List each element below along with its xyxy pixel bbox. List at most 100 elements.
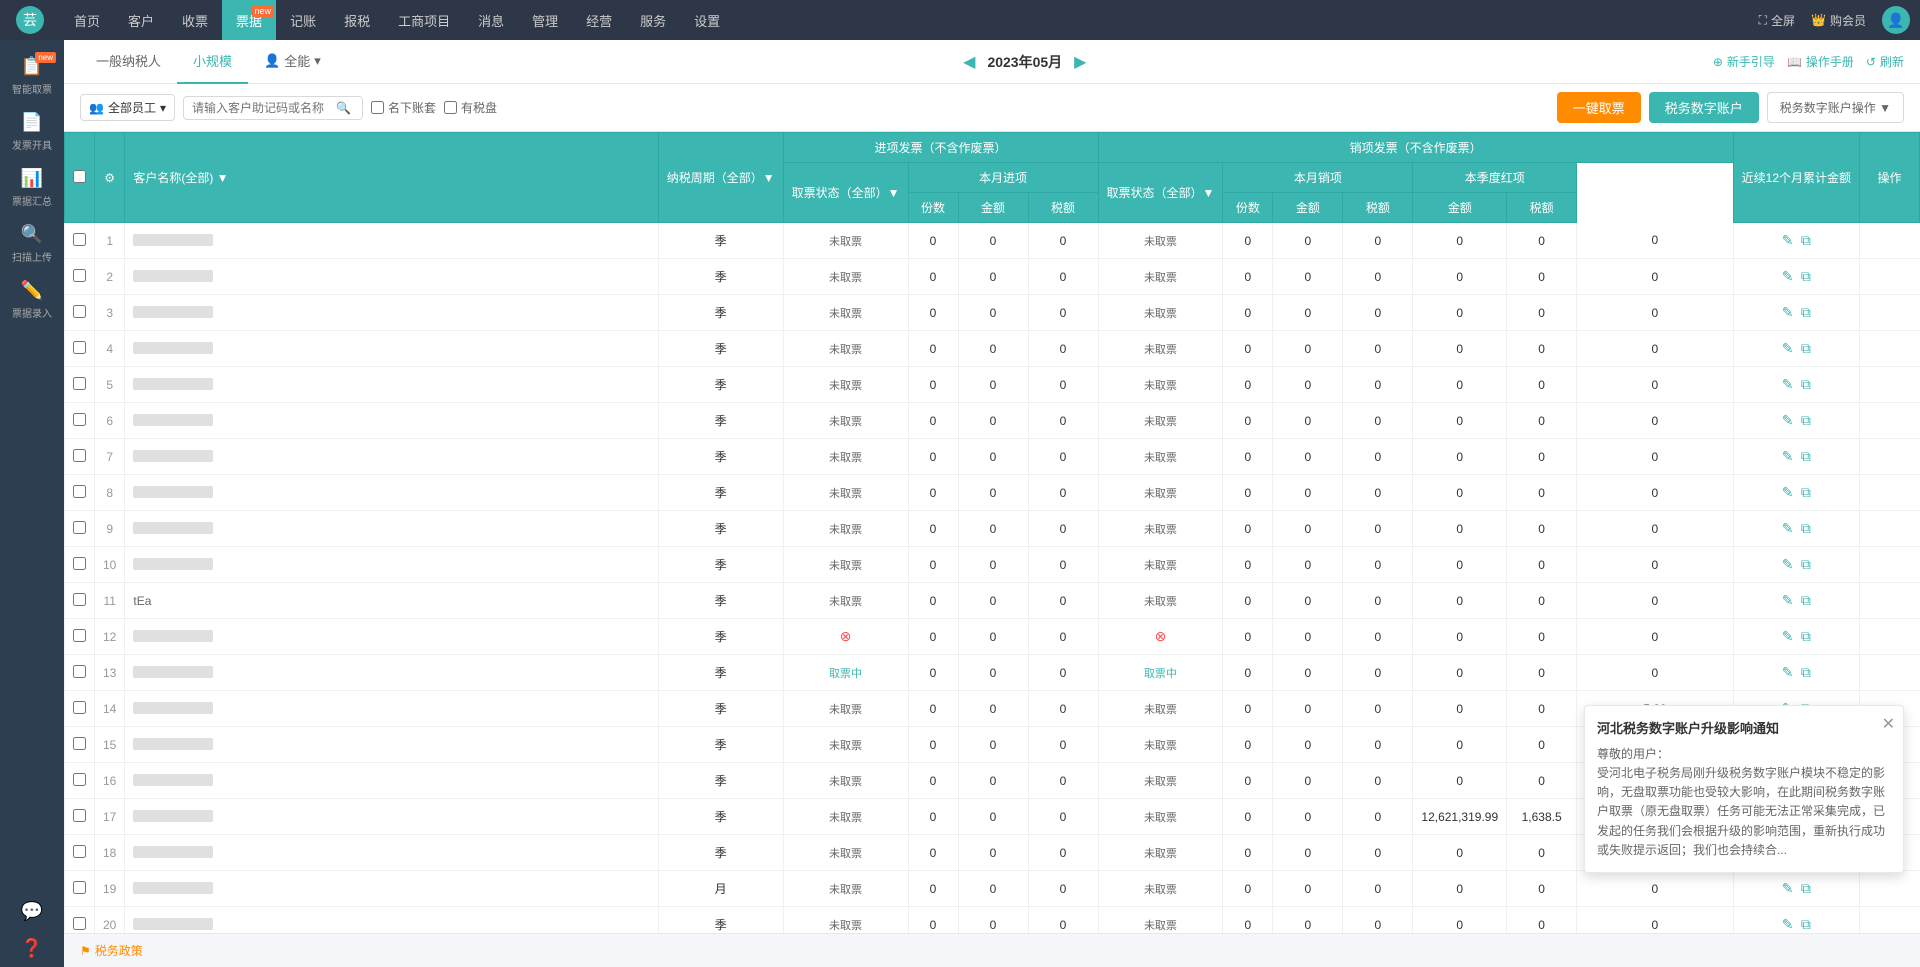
row-checkbox[interactable] xyxy=(73,917,86,930)
nav-home[interactable]: 首页 xyxy=(60,0,114,40)
edit-btn[interactable]: ✎ xyxy=(1780,446,1796,467)
nav-bookkeeping[interactable]: 记账 xyxy=(276,0,330,40)
svg-text:芸: 芸 xyxy=(23,12,37,28)
tab-small-scale[interactable]: 小规模 xyxy=(177,40,248,84)
row-checkbox[interactable] xyxy=(73,845,86,858)
member-btn[interactable]: 👑 购会员 xyxy=(1811,12,1866,29)
row-checkbox[interactable] xyxy=(73,305,86,318)
select-all-checkbox[interactable] xyxy=(73,170,86,183)
red-amount-cell: 0 xyxy=(1413,835,1507,871)
copy-btn[interactable]: ⧉ xyxy=(1799,662,1813,683)
sidebar-item-message[interactable]: 💬 xyxy=(0,893,64,930)
row-checkbox[interactable] xyxy=(73,737,86,750)
digital-account-operation-btn[interactable]: 税务数字账户操作 ▼ xyxy=(1767,92,1904,123)
row-checkbox[interactable] xyxy=(73,449,86,462)
sidebar-item-scan[interactable]: 🔍 扫描上传 xyxy=(0,216,64,272)
myaccounts-check[interactable] xyxy=(371,101,384,114)
copy-btn[interactable]: ⧉ xyxy=(1799,626,1813,647)
edit-btn[interactable]: ✎ xyxy=(1780,374,1796,395)
employee-select[interactable]: 👥 全部员工 ▾ xyxy=(80,94,175,121)
prev-month-btn[interactable]: ◀ xyxy=(963,52,975,72)
nav-invoice[interactable]: 票据 new xyxy=(222,0,276,40)
row-checkbox[interactable] xyxy=(73,413,86,426)
edit-btn[interactable]: ✎ xyxy=(1780,266,1796,287)
copy-btn[interactable]: ⧉ xyxy=(1799,230,1813,251)
one-click-fetch-btn[interactable]: 一键取票 xyxy=(1557,92,1641,123)
row-checkbox[interactable] xyxy=(73,629,86,642)
copy-btn[interactable]: ⧉ xyxy=(1799,374,1813,395)
refresh-btn[interactable]: ↺ 刷新 xyxy=(1866,53,1904,70)
nav-service[interactable]: 服务 xyxy=(626,0,680,40)
edit-btn[interactable]: ✎ xyxy=(1780,914,1796,933)
copy-btn[interactable]: ⧉ xyxy=(1799,338,1813,359)
copy-btn[interactable]: ⧉ xyxy=(1799,266,1813,287)
next-month-btn[interactable]: ▶ xyxy=(1074,52,1086,72)
tab-all[interactable]: 👤 全能 ▾ xyxy=(248,40,337,84)
nav-client[interactable]: 客户 xyxy=(114,0,168,40)
edit-btn[interactable]: ✎ xyxy=(1780,518,1796,539)
month-label: 2023年05月 xyxy=(987,52,1062,72)
row-checkbox[interactable] xyxy=(73,521,86,534)
copy-btn[interactable]: ⧉ xyxy=(1799,446,1813,467)
sidebar-item-smart-ticket[interactable]: 📋 智能取票 new xyxy=(0,48,64,104)
sidebar-item-summary[interactable]: 📊 票据汇总 xyxy=(0,160,64,216)
copy-btn[interactable]: ⧉ xyxy=(1799,878,1813,899)
search-input[interactable] xyxy=(192,101,332,115)
edit-btn[interactable]: ✎ xyxy=(1780,878,1796,899)
notification-close-btn[interactable]: ✕ xyxy=(1882,714,1895,734)
edit-btn[interactable]: ✎ xyxy=(1780,482,1796,503)
sidebar-item-help[interactable]: ❓ xyxy=(0,930,64,967)
copy-btn[interactable]: ⧉ xyxy=(1799,410,1813,431)
tab-general-taxpayer[interactable]: 一般纳税人 xyxy=(80,40,177,84)
digital-account-btn[interactable]: 税务数字账户 xyxy=(1649,92,1759,123)
row-checkbox[interactable] xyxy=(73,701,86,714)
edit-btn[interactable]: ✎ xyxy=(1780,590,1796,611)
copy-btn[interactable]: ⧉ xyxy=(1799,554,1813,575)
nav-commerce[interactable]: 工商项目 xyxy=(384,0,464,40)
nav-receive[interactable]: 收票 xyxy=(168,0,222,40)
fullscreen-btn[interactable]: ⛶ 全屏 xyxy=(1759,12,1795,29)
edit-btn[interactable]: ✎ xyxy=(1780,338,1796,359)
edit-btn[interactable]: ✎ xyxy=(1780,302,1796,323)
hastaxdisk-checkbox[interactable]: 有税盘 xyxy=(444,99,497,116)
row-checkbox[interactable] xyxy=(73,593,86,606)
row-checkbox[interactable] xyxy=(73,881,86,894)
row-checkbox[interactable] xyxy=(73,233,86,246)
edit-btn[interactable]: ✎ xyxy=(1780,230,1796,251)
copy-btn[interactable]: ⧉ xyxy=(1799,482,1813,503)
edit-btn[interactable]: ✎ xyxy=(1780,626,1796,647)
manual-btn[interactable]: 📖 操作手册 xyxy=(1787,53,1854,70)
row-number: 15 xyxy=(103,738,116,752)
sidebar-item-invoice-open[interactable]: 📄 发票开具 xyxy=(0,104,64,160)
row-checkbox[interactable] xyxy=(73,809,86,822)
red-tax: 0 xyxy=(1538,558,1545,572)
row-checkbox[interactable] xyxy=(73,341,86,354)
sidebar-item-entry[interactable]: ✏️ 票据录入 xyxy=(0,272,64,328)
edit-btn[interactable]: ✎ xyxy=(1780,554,1796,575)
nav-operation[interactable]: 经营 xyxy=(572,0,626,40)
copy-btn[interactable]: ⧉ xyxy=(1799,914,1813,933)
nav-settings[interactable]: 设置 xyxy=(680,0,734,40)
row-checkbox[interactable] xyxy=(73,773,86,786)
row-checkbox[interactable] xyxy=(73,269,86,282)
copy-btn[interactable]: ⧉ xyxy=(1799,590,1813,611)
copy-btn[interactable]: ⧉ xyxy=(1799,302,1813,323)
copy-btn[interactable]: ⧉ xyxy=(1799,518,1813,539)
new-guide-btn[interactable]: ⊕ 新手引导 xyxy=(1713,53,1775,70)
row-checkbox[interactable] xyxy=(73,557,86,570)
tax-policy-label[interactable]: 税务政策 xyxy=(95,942,143,959)
nav-tax[interactable]: 报税 xyxy=(330,0,384,40)
row-checkbox[interactable] xyxy=(73,485,86,498)
client-name-blurred xyxy=(133,846,213,858)
nav-message[interactable]: 消息 xyxy=(464,0,518,40)
red-amount-cell: 0 xyxy=(1413,727,1507,763)
edit-btn[interactable]: ✎ xyxy=(1780,410,1796,431)
avatar[interactable]: 👤 xyxy=(1882,6,1910,34)
nav-manage[interactable]: 管理 xyxy=(518,0,572,40)
row-checkbox[interactable] xyxy=(73,377,86,390)
hastaxdisk-check[interactable] xyxy=(444,101,457,114)
myaccounts-checkbox[interactable]: 名下账套 xyxy=(371,99,436,116)
out-count: 0 xyxy=(1245,486,1252,500)
row-checkbox[interactable] xyxy=(73,665,86,678)
edit-btn[interactable]: ✎ xyxy=(1780,662,1796,683)
